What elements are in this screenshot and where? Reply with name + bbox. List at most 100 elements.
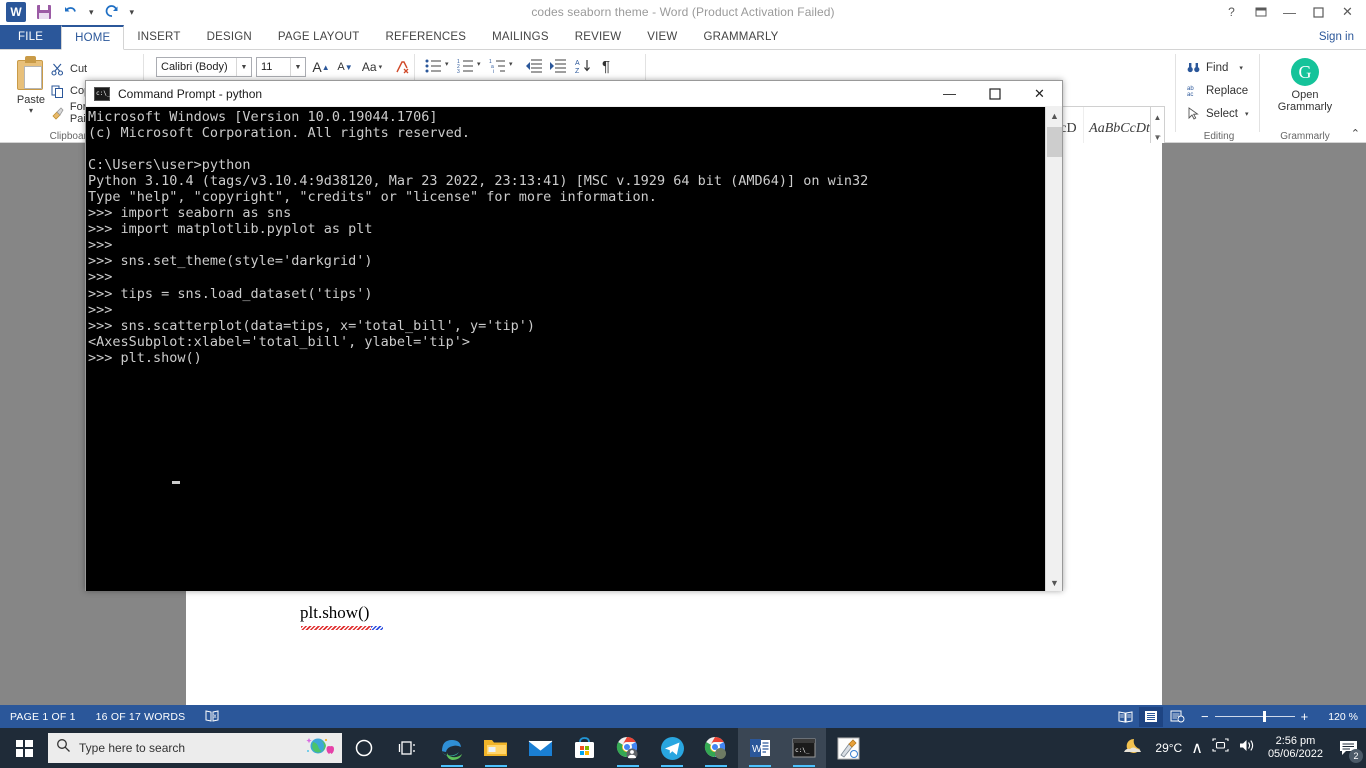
tab-mailings[interactable]: MAILINGS [479, 25, 562, 49]
paste-label: Paste [16, 94, 46, 106]
start-button[interactable] [0, 728, 48, 768]
grammarcheck-underline [371, 626, 383, 630]
chrome-profile-icon[interactable] [606, 728, 650, 768]
zoom-knob[interactable] [1262, 711, 1266, 722]
proofing-errors-icon[interactable]: x [195, 709, 229, 725]
windows-logo-icon [15, 739, 33, 757]
cmd-maximize-button[interactable] [972, 81, 1017, 107]
open-grammarly-button[interactable]: Open Grammarly [1262, 58, 1348, 113]
tab-home[interactable]: HOME [61, 25, 125, 50]
print-layout-button[interactable] [1139, 706, 1164, 727]
tab-view[interactable]: VIEW [634, 25, 690, 49]
paste-button[interactable]: Paste ▾ [8, 56, 54, 115]
select-dropdown-caret[interactable]: ▾ [1245, 110, 1249, 118]
show-formatting-marks-icon[interactable]: ¶ [602, 58, 610, 75]
sign-in-link[interactable]: Sign in [1307, 25, 1366, 49]
ribbon-display-options-button[interactable] [1246, 0, 1275, 24]
grow-font-button[interactable]: A ▲ [310, 57, 332, 77]
cortana-icon[interactable] [342, 728, 386, 768]
word-taskbar-icon[interactable]: W [738, 728, 782, 768]
maximize-button[interactable] [1304, 0, 1333, 24]
tab-insert[interactable]: INSERT [124, 25, 193, 49]
cmd-console-area[interactable]: Microsoft Windows [Version 10.0.19044.17… [86, 107, 1062, 591]
telegram-icon[interactable] [650, 728, 694, 768]
find-dropdown-caret[interactable]: ▾ [1239, 64, 1243, 72]
chrome-icon[interactable] [694, 728, 738, 768]
numbered-list-caret[interactable]: ▾ [477, 60, 481, 68]
taskbar-search-box[interactable]: Type here to search [48, 733, 342, 763]
numbered-list-icon[interactable]: 123 [457, 58, 475, 77]
zoom-level[interactable]: 120 % [1320, 711, 1358, 723]
change-case-button[interactable]: Aa ▾ [360, 57, 384, 77]
microsoft-store-icon[interactable] [562, 728, 606, 768]
tab-references[interactable]: REFERENCES [373, 25, 480, 49]
clear-formatting-icon[interactable] [391, 57, 413, 77]
multilevel-list-icon[interactable]: 1ai [489, 58, 507, 77]
help-button[interactable]: ? [1217, 0, 1246, 24]
tab-review[interactable]: REVIEW [562, 25, 635, 49]
show-hidden-icons-button[interactable]: ∧ [1191, 738, 1203, 758]
font-size-value: 11 [261, 61, 273, 73]
tab-grammarly[interactable]: GRAMMARLY [690, 25, 791, 49]
collapse-ribbon-icon[interactable]: ⌃ [1351, 127, 1360, 140]
styles-dialog-launcher[interactable]: ⌐ [1156, 131, 1161, 141]
scrollbar-thumb[interactable] [1047, 127, 1062, 157]
word-count[interactable]: 16 OF 17 WORDS [86, 711, 196, 723]
clock[interactable]: 2:56 pm 05/06/2022 [1264, 735, 1327, 761]
scroll-down-icon[interactable]: ▼ [1046, 574, 1062, 591]
command-prompt-taskbar-icon[interactable]: c:\_ [782, 728, 826, 768]
camera-icon[interactable] [1212, 738, 1229, 758]
find-button[interactable]: Find ▾ [1186, 56, 1248, 79]
cmd-title-bar[interactable]: Command Prompt - python — ✕ [86, 81, 1062, 107]
bullet-list-icon[interactable] [425, 58, 443, 77]
web-layout-button[interactable] [1165, 707, 1189, 727]
font-size-combobox[interactable]: 11 ▼ [256, 57, 306, 77]
cut-button[interactable]: Cut [50, 58, 142, 80]
scroll-up-icon[interactable]: ▲ [1046, 107, 1062, 124]
search-highlights-icon[interactable] [304, 736, 334, 761]
close-button[interactable]: ✕ [1333, 0, 1362, 24]
microsoft-edge-icon[interactable] [430, 728, 474, 768]
tab-page-layout[interactable]: PAGE LAYOUT [265, 25, 373, 49]
read-mode-button[interactable] [1113, 707, 1137, 727]
font-family-combobox[interactable]: Calibri (Body) ▼ [156, 57, 252, 77]
paste-dropdown-caret[interactable]: ▾ [8, 106, 54, 115]
zoom-out-button[interactable]: − [1195, 709, 1215, 724]
select-button[interactable]: Select ▾ [1186, 102, 1248, 125]
chevron-down-icon[interactable]: ▼ [236, 58, 251, 76]
bullet-list-caret[interactable]: ▾ [445, 60, 449, 68]
paint-icon[interactable] [826, 728, 870, 768]
cmd-scrollbar[interactable]: ▲ ▼ [1045, 107, 1062, 591]
cmd-minimize-button[interactable]: — [927, 81, 972, 107]
document-body-text[interactable]: plt.show() [300, 603, 369, 623]
multilevel-list-caret[interactable]: ▾ [509, 60, 513, 68]
zoom-in-button[interactable]: + [1295, 709, 1315, 724]
zoom-slider[interactable]: − + [1195, 709, 1314, 724]
weather-icon[interactable] [1122, 736, 1146, 761]
sort-icon[interactable]: AZ [575, 58, 593, 77]
cmd-close-button[interactable]: ✕ [1017, 81, 1062, 107]
shrink-font-button[interactable]: A ▼ [334, 57, 356, 77]
system-tray: 29°C ∧ 2:56 pm 05/06/2022 2 [1122, 735, 1366, 763]
clock-time: 2:56 pm [1275, 735, 1316, 747]
command-prompt-window[interactable]: Command Prompt - python — ✕ Microsoft Wi… [85, 80, 1063, 591]
chevron-down-icon[interactable]: ▼ [290, 58, 305, 76]
svg-text:i: i [493, 69, 494, 74]
temperature-label[interactable]: 29°C [1155, 741, 1182, 755]
file-explorer-icon[interactable] [474, 728, 518, 768]
decrease-indent-icon[interactable] [525, 58, 543, 77]
notifications-button[interactable]: 2 [1336, 736, 1363, 763]
increase-indent-icon[interactable] [549, 58, 567, 77]
minimize-button[interactable]: — [1275, 0, 1304, 24]
replace-button[interactable]: ab ac Replace [1186, 79, 1248, 102]
speaker-icon[interactable] [1238, 738, 1255, 758]
tab-file[interactable]: FILE [0, 25, 62, 49]
tab-design[interactable]: DESIGN [194, 25, 265, 49]
svg-text:W: W [752, 744, 762, 755]
task-view-icon[interactable] [386, 728, 430, 768]
zoom-track[interactable] [1214, 711, 1295, 722]
cmd-window-controls: — ✕ [927, 81, 1062, 107]
paste-icon [14, 56, 48, 92]
mail-icon[interactable] [518, 728, 562, 768]
page-indicator[interactable]: PAGE 1 OF 1 [0, 711, 86, 723]
